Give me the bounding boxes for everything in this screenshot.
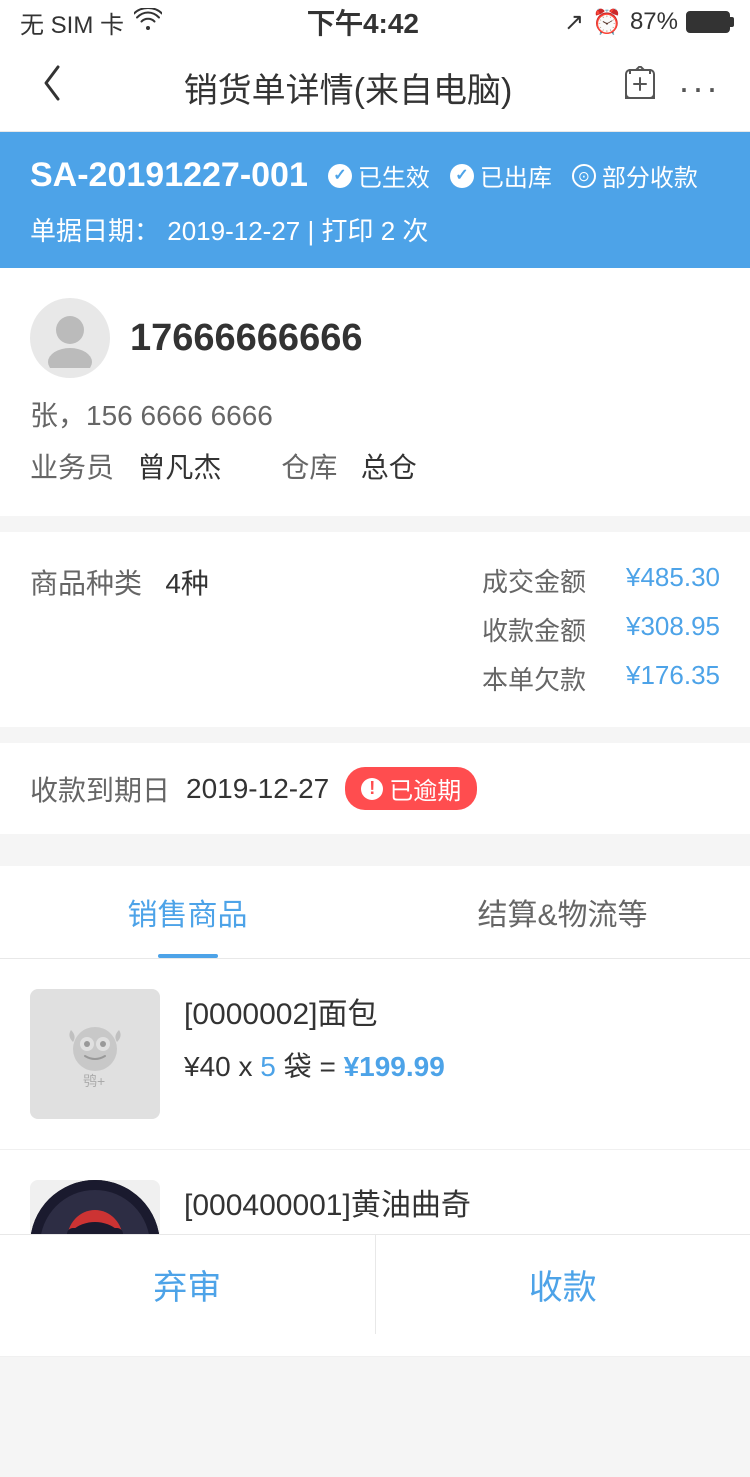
overdue-badge: ! 已逾期 <box>345 767 477 810</box>
product-image-placeholder: 鸮+ <box>30 989 160 1119</box>
back-button[interactable] <box>30 53 74 122</box>
product-info: [0000002]面包 ¥40 x 5 袋 = ¥199.99 <box>184 989 720 1119</box>
badge-effective: ✓ 已生效 <box>328 158 430 193</box>
salesman-label: 业务员 <box>30 452 114 483</box>
transaction-label: 成交金额 <box>482 562 586 599</box>
share-icon[interactable] <box>622 66 658 109</box>
customer-meta: 业务员 曾凡杰 仓库 总仓 <box>30 446 720 486</box>
customer-phone: 17666666666 <box>130 317 362 360</box>
battery-icon <box>686 11 730 33</box>
summary-section: 商品种类 4种 成交金额 ¥485.30 收款金额 ¥308.95 本单欠款 ¥… <box>0 532 750 727</box>
tabs: 销售商品 结算&物流等 <box>0 866 750 959</box>
customer-section: 17666666666 张，156 6666 6666 业务员 曾凡杰 仓库 总… <box>0 268 750 516</box>
wifi-icon <box>134 8 162 37</box>
product-quantity: 5 <box>260 1051 276 1082</box>
carrier-label: 无 SIM 卡 <box>20 5 124 40</box>
receipt-label: 收款金额 <box>482 611 586 648</box>
check-icon2: ✓ <box>450 164 474 188</box>
badge-shipped: ✓ 已出库 <box>450 158 552 193</box>
tab-sales-products[interactable]: 销售商品 <box>0 866 375 958</box>
salesman-group: 业务员 曾凡杰 <box>30 446 221 486</box>
customer-name-phone: 张，156 6666 6666 <box>30 394 720 434</box>
receipt-row: 收款金额 ¥308.95 <box>482 611 720 648</box>
transaction-row: 成交金额 ¥485.30 <box>482 562 720 599</box>
amount-info: 成交金额 ¥485.30 收款金额 ¥308.95 本单欠款 ¥176.35 <box>482 562 720 697</box>
page-title: 销货单详情(来自电脑) <box>184 63 513 112</box>
section-divider <box>0 850 750 866</box>
date-label: 单据日期： <box>30 216 160 246</box>
receipt-amount: ¥308.95 <box>626 611 720 648</box>
banner-date-row: 单据日期： 2019-12-27 | 打印 2 次 <box>30 211 720 248</box>
product-total: ¥199.99 <box>344 1051 445 1082</box>
order-id: SA-20191227-001 <box>30 156 308 195</box>
overdue-icon: ! <box>361 778 383 800</box>
customer-row: 17666666666 <box>30 298 720 378</box>
product-price: ¥40 x 5 袋 = ¥199.99 <box>184 1045 720 1085</box>
product-thumbnail: 鸮+ <box>30 989 160 1119</box>
category-info: 商品种类 4种 <box>30 562 209 697</box>
due-date-section: 收款到期日 2019-12-27 ! 已逾期 <box>0 743 750 834</box>
clock-icon: ⊙ <box>572 164 596 188</box>
debt-amount: ¥176.35 <box>626 660 720 697</box>
order-date: 2019-12-27 <box>167 216 300 246</box>
bottom-bar: 弃审 收款 <box>0 1234 750 1334</box>
alarm-icon: ⏰ <box>592 8 622 37</box>
print-unit: 次 <box>402 216 428 246</box>
confirm-button[interactable]: 收款 <box>376 1235 750 1334</box>
due-date-value: 2019-12-27 <box>186 773 329 805</box>
category-count: 4种 <box>165 568 209 599</box>
nav-actions: ··· <box>622 66 720 109</box>
cancel-button[interactable]: 弃审 <box>0 1235 376 1334</box>
product-name: [0000002]面包 <box>184 989 720 1033</box>
more-icon[interactable]: ··· <box>678 67 720 109</box>
product-name: [000400001]黄油曲奇 <box>184 1180 720 1224</box>
debt-row: 本单欠款 ¥176.35 <box>482 660 720 697</box>
nav-bar: 销货单详情(来自电脑) ··· <box>0 44 750 132</box>
warehouse-value: 总仓 <box>361 452 417 483</box>
svg-text:鸮+: 鸮+ <box>83 1073 105 1089</box>
transaction-amount: ¥485.30 <box>626 562 720 599</box>
warehouse-label: 仓库 <box>281 452 337 483</box>
status-left: 无 SIM 卡 <box>20 5 162 40</box>
print-label: | 打印 <box>307 216 373 246</box>
avatar <box>30 298 110 378</box>
warehouse-group: 仓库 总仓 <box>281 446 416 486</box>
due-label: 收款到期日 <box>30 769 170 809</box>
product-item: 鸮+ [0000002]面包 ¥40 x 5 袋 = ¥199.99 <box>0 959 750 1150</box>
tab-settlement[interactable]: 结算&物流等 <box>375 866 750 958</box>
status-bar: 无 SIM 卡 下午4:42 ↗ ⏰ 87% <box>0 0 750 44</box>
salesman-value: 曾凡杰 <box>137 452 221 483</box>
overdue-label: 已逾期 <box>389 771 461 806</box>
debt-label: 本单欠款 <box>482 660 586 697</box>
category-label: 商品种类 <box>30 568 142 599</box>
check-icon: ✓ <box>328 164 352 188</box>
location-icon: ↗ <box>564 8 584 37</box>
status-right: ↗ ⏰ 87% <box>564 8 730 37</box>
print-count: 2 <box>381 216 395 246</box>
banner-row1: SA-20191227-001 ✓ 已生效 ✓ 已出库 ⊙ 部分收款 <box>30 156 720 195</box>
badge-partial: ⊙ 部分收款 <box>572 158 698 193</box>
battery-label: 87% <box>630 8 678 36</box>
time-label: 下午4:42 <box>307 2 419 42</box>
header-banner: SA-20191227-001 ✓ 已生效 ✓ 已出库 ⊙ 部分收款 单据日期：… <box>0 132 750 268</box>
